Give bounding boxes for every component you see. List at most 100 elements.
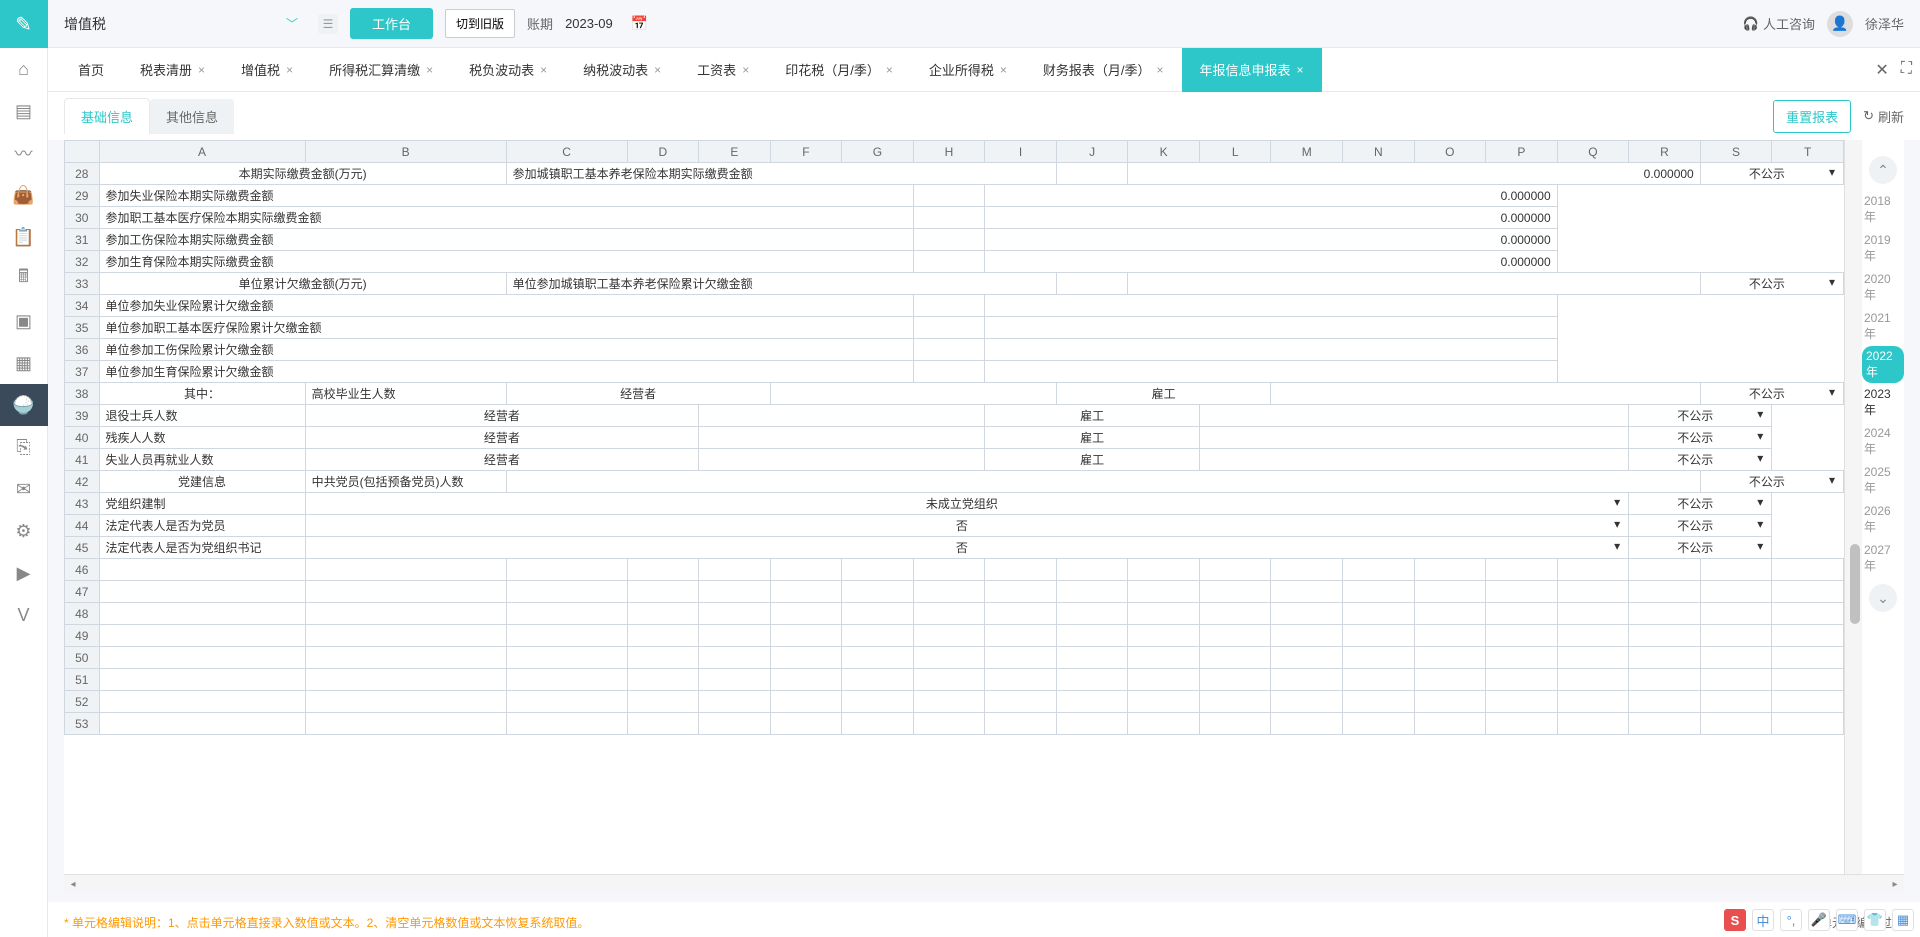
close-tab-icon[interactable]: ✕ [1875, 60, 1888, 80]
reset-button[interactable]: 重置报表 [1773, 100, 1851, 133]
tab-年报信息申报表[interactable]: 年报信息申报表× [1182, 48, 1322, 92]
col-R[interactable]: R [1629, 141, 1701, 163]
year-2021年[interactable]: 2021年 [1862, 307, 1904, 346]
year-2020年[interactable]: 2020年 [1862, 268, 1904, 307]
ime-sogou-icon[interactable]: S [1724, 909, 1746, 931]
publish-select[interactable]: 不公示 [1629, 515, 1772, 537]
tab-首页[interactable]: 首页 [60, 48, 122, 92]
publish-select[interactable]: 不公示 [1629, 405, 1772, 427]
vertical-scrollbar[interactable] [1844, 140, 1862, 874]
nav-bag-icon[interactable]: 👜 [0, 174, 48, 216]
col-G[interactable]: G [842, 141, 914, 163]
tab-财务报表（月/季）[interactable]: 财务报表（月/季）× [1025, 48, 1182, 92]
nav-inbox-icon[interactable]: ✉ [0, 468, 48, 510]
switch-old-button[interactable]: 切到旧版 [445, 9, 515, 38]
nav-v-icon[interactable]: V [0, 594, 48, 636]
col-Q[interactable]: Q [1557, 141, 1629, 163]
nav-doc-icon[interactable]: ▤ [0, 90, 48, 132]
publish-select[interactable]: 不公示 [1629, 427, 1772, 449]
nav-clip-icon[interactable]: 📋 [0, 216, 48, 258]
col-F[interactable]: F [770, 141, 842, 163]
nav-stamp-icon[interactable]: ▣ [0, 300, 48, 342]
tab-close-icon[interactable]: × [198, 63, 205, 77]
tab-close-icon[interactable]: × [540, 63, 547, 77]
col-J[interactable]: J [1056, 141, 1128, 163]
year-2018年[interactable]: 2018年 [1862, 190, 1904, 229]
spreadsheet-grid[interactable]: ABCDEFGHIJKLMNOPQRST28本期实际缴费金额(万元)参加城镇职工… [64, 140, 1844, 874]
tab-所得税汇算清缴[interactable]: 所得税汇算清缴× [311, 48, 451, 92]
ime-shirt-icon[interactable]: 👕 [1864, 909, 1886, 931]
col-P[interactable]: P [1486, 141, 1558, 163]
year-2027年[interactable]: 2027年 [1862, 539, 1904, 578]
publish-select[interactable]: 不公示 [1629, 537, 1772, 559]
cell-value[interactable] [985, 317, 1557, 339]
year-2026年[interactable]: 2026年 [1862, 500, 1904, 539]
year-2025年[interactable]: 2025年 [1862, 461, 1904, 500]
cell-value[interactable]: 0.000000 [985, 229, 1557, 251]
cell-value[interactable] [985, 339, 1557, 361]
col-H[interactable]: H [913, 141, 985, 163]
publish-select[interactable]: 不公示 [1700, 163, 1843, 185]
col-N[interactable]: N [1343, 141, 1415, 163]
col-T[interactable]: T [1772, 141, 1844, 163]
col-A[interactable]: A [99, 141, 305, 163]
tab-增值税[interactable]: 增值税× [223, 48, 311, 92]
refresh-button[interactable]: ↻刷新 [1863, 107, 1904, 126]
tab-close-icon[interactable]: × [286, 63, 293, 77]
tab-close-icon[interactable]: × [1157, 63, 1164, 77]
nav-chart-icon[interactable]: 〰 [0, 132, 48, 174]
nav-export-icon[interactable]: ⎘ [0, 426, 48, 468]
publish-select[interactable]: 不公示 [1700, 273, 1843, 295]
ime-grid-icon[interactable]: ▦ [1892, 909, 1914, 931]
col-I[interactable]: I [985, 141, 1057, 163]
ime-mic-icon[interactable]: 🎤 [1808, 909, 1830, 931]
col-K[interactable]: K [1128, 141, 1200, 163]
cell-value[interactable]: 0.000000 [1128, 163, 1700, 185]
tab-税表清册[interactable]: 税表清册× [122, 48, 223, 92]
tab-工资表[interactable]: 工资表× [679, 48, 767, 92]
tab-印花税（月/季）[interactable]: 印花税（月/季）× [767, 48, 911, 92]
col-O[interactable]: O [1414, 141, 1486, 163]
col-S[interactable]: S [1700, 141, 1772, 163]
cell-value[interactable]: 0.000000 [985, 185, 1557, 207]
nav-calc-icon[interactable]: 🖩 [0, 258, 48, 300]
module-select[interactable]: 增值税﹀ [64, 14, 298, 34]
col-M[interactable]: M [1271, 141, 1343, 163]
cell-value[interactable] [1128, 273, 1700, 295]
tab-close-icon[interactable]: × [654, 63, 661, 77]
subtab-basic[interactable]: 基础信息 [64, 98, 150, 134]
year-2019年[interactable]: 2019年 [1862, 229, 1904, 268]
ime-punct-icon[interactable]: °, [1780, 909, 1802, 931]
col-L[interactable]: L [1199, 141, 1271, 163]
expand-icon[interactable]: ⛶ [1901, 60, 1912, 80]
period-value[interactable]: 2023-09 [565, 16, 613, 31]
nav-bowl-icon[interactable]: 🍚 [0, 384, 48, 426]
horizontal-scrollbar[interactable]: ◂▸ [64, 874, 1904, 892]
ime-lang-icon[interactable]: 中 [1752, 909, 1774, 931]
nav-play-icon[interactable]: ▶ [0, 552, 48, 594]
col-D[interactable]: D [627, 141, 699, 163]
cell-value[interactable]: 0.000000 [985, 207, 1557, 229]
cell-mid-select[interactable]: 否 [305, 515, 1629, 537]
workspace-button[interactable]: 工作台 [350, 8, 433, 39]
publish-select[interactable]: 不公示 [1629, 449, 1772, 471]
consult-link[interactable]: 🎧人工咨询 [1743, 14, 1815, 33]
cell-value[interactable] [985, 361, 1557, 383]
year-2024年[interactable]: 2024年 [1862, 422, 1904, 461]
publish-select[interactable]: 不公示 [1700, 383, 1843, 405]
cell-mid-select[interactable]: 否 [305, 537, 1629, 559]
publish-select[interactable]: 不公示 [1700, 471, 1843, 493]
tab-close-icon[interactable]: × [426, 63, 433, 77]
col-E[interactable]: E [699, 141, 771, 163]
tab-税负波动表[interactable]: 税负波动表× [451, 48, 565, 92]
year-down-icon[interactable]: ⌄ [1869, 584, 1897, 612]
tab-纳税波动表[interactable]: 纳税波动表× [565, 48, 679, 92]
tab-close-icon[interactable]: × [1000, 63, 1007, 77]
col-C[interactable]: C [506, 141, 627, 163]
user-name[interactable]: 徐泽华 [1865, 14, 1904, 33]
cell-value[interactable]: 0.000000 [985, 251, 1557, 273]
doc-icon[interactable]: ☰ [318, 14, 338, 34]
tab-企业所得税[interactable]: 企业所得税× [911, 48, 1025, 92]
year-up-icon[interactable]: ⌃ [1869, 156, 1897, 184]
cell-value[interactable] [985, 295, 1557, 317]
